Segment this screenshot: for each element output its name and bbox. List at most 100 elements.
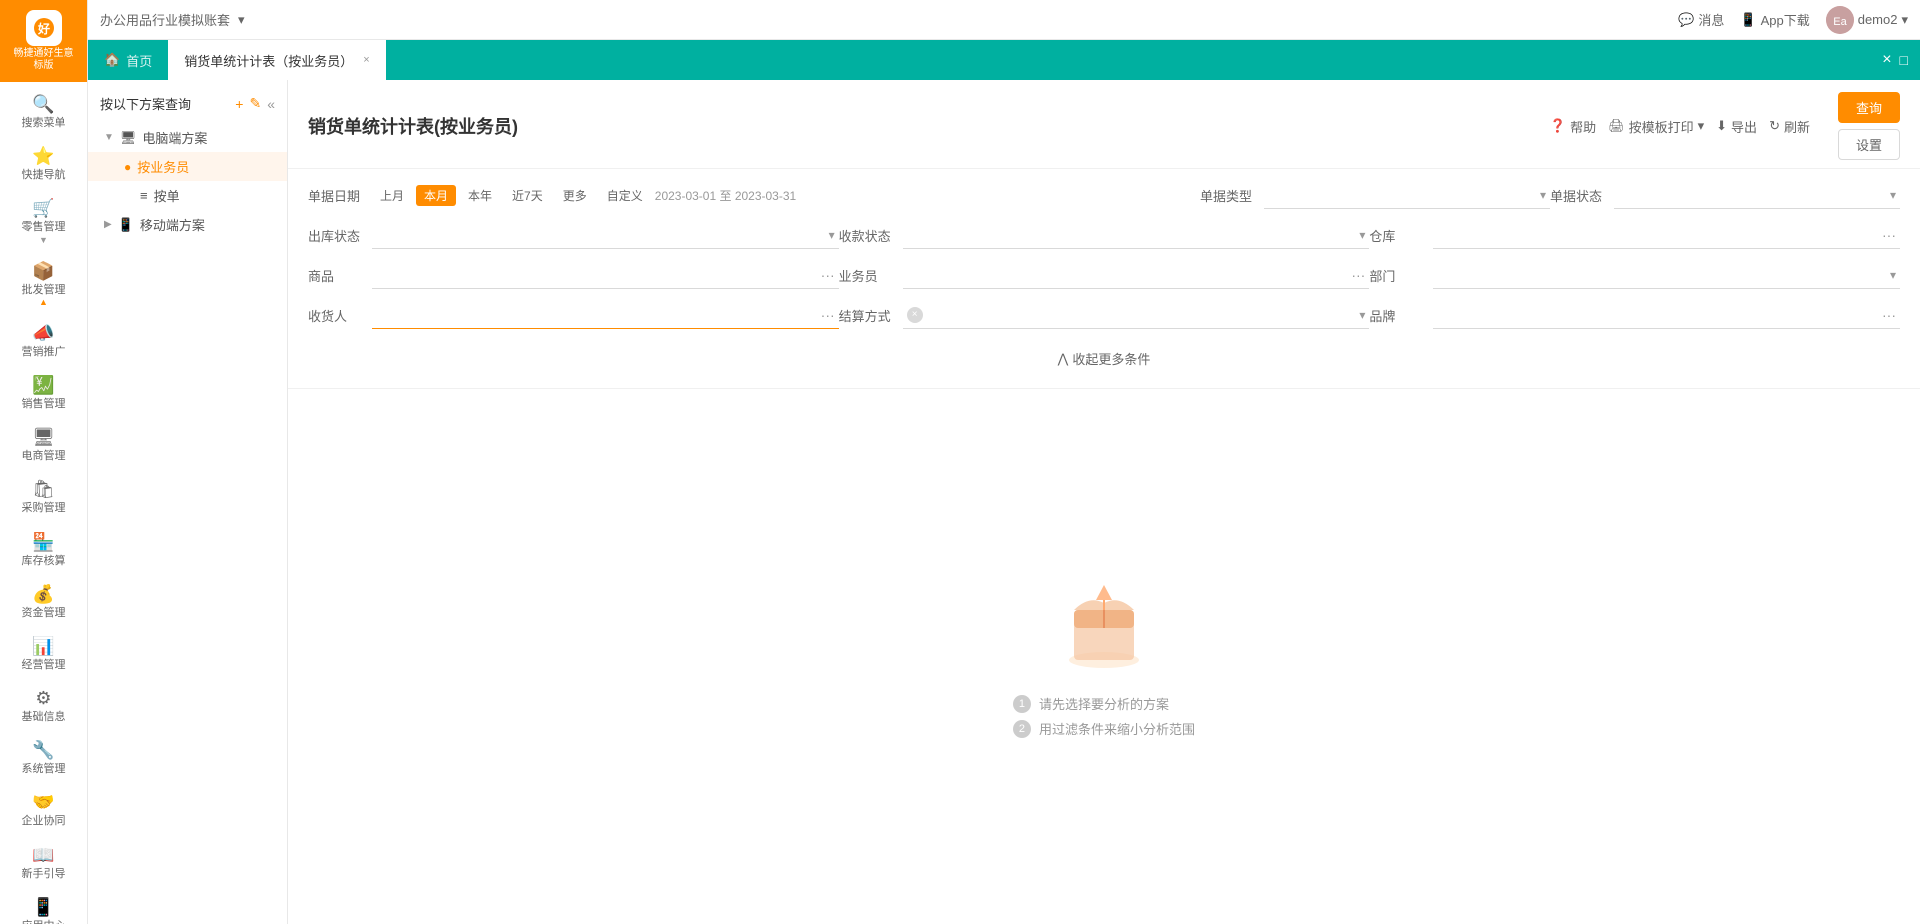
doc-status-control[interactable]: ▾ [1614,181,1900,209]
refresh-button[interactable]: ↻ 刷新 [1769,117,1810,136]
out-status-chevron: ▾ [829,228,835,242]
topbar-right: 💬 消息 📱 App下载 Ea demo2 ▾ [1678,6,1908,34]
date-btn-custom[interactable]: 自定义 [599,185,651,206]
tab-minimize-icon[interactable]: × [1882,51,1891,69]
empty-state: 1 请先选择要分析的方案 2 用过滤条件来缩小分析范围 [288,389,1920,924]
sidebar-label-marketing: 营销推广 [22,346,66,359]
tree-arrow-computer: ▼ [104,132,114,143]
settle-clear-icon[interactable]: × [907,307,923,323]
tree-subitem-by-order[interactable]: ≡ 按单 [88,181,287,210]
marketing-icon: 📣 [32,323,54,344]
sidebar-item-finance[interactable]: 💰 资金管理 [0,576,87,628]
add-scheme-icon[interactable]: + [235,96,243,112]
sidebar-item-wholesale[interactable]: 📦 批发管理 ▲ [0,253,87,315]
app-download-button[interactable]: 📱 App下载 [1740,10,1809,29]
date-btn-last-month[interactable]: 上月 [372,185,412,206]
date-btn-more[interactable]: 更多 [555,185,595,206]
salesperson-label: 业务员 [839,266,895,285]
date-range-text: 2023-03-01 至 2023-03-31 [655,187,796,204]
settings-button[interactable]: 设置 [1838,129,1900,160]
tree-item-mobile[interactable]: ▶ 📱 移动端方案 [88,210,287,239]
system-icon: 🔧 [32,740,54,761]
department-control[interactable]: ▾ [1433,261,1900,289]
app-download-label: App下载 [1761,10,1810,29]
ecommerce-icon: 🖥 [32,427,55,448]
sidebar-item-ecommerce[interactable]: 🖥 电商管理 [0,419,87,471]
sidebar-item-appstore[interactable]: 📱 应用中心 [0,889,87,924]
salesperson-dots[interactable]: ··· [1351,267,1365,283]
brand-label: 品牌 [1369,306,1425,325]
collapse-panel-icon[interactable]: « [267,96,275,112]
purchase-icon: 🛍 [32,479,55,500]
sidebar-item-operation[interactable]: 📊 经营管理 [0,628,87,680]
sidebar-nav: 🔍 搜索菜单 ⭐ 快捷导航 🛒 零售管理 ▼ 📦 批发管理 ▲ 📣 营销推广 💹… [0,82,87,924]
print-button[interactable]: 🖨 按模板打印 ▾ [1608,117,1704,136]
sidebar-item-company[interactable]: 🤝 企业协同 [0,784,87,836]
warehouse-control[interactable]: ··· [1433,221,1900,249]
warehouse-dots[interactable]: ··· [1882,227,1896,243]
date-btn-this-year[interactable]: 本年 [460,185,500,206]
date-btn-7days[interactable]: 近7天 [504,185,551,206]
user-menu[interactable]: Ea demo2 ▾ [1826,6,1908,34]
sidebar-label-basic: 基础信息 [22,711,66,724]
empty-tip-1: 1 请先选择要分析的方案 [1013,694,1195,713]
out-status-control[interactable]: ▾ [372,221,839,249]
scheme-tree: ▼ 🖥 电脑端方案 ● 按业务员 ≡ 按单 ▶ 📱 移 [88,119,287,243]
edit-scheme-icon[interactable]: ✎ [249,95,261,112]
sidebar-item-guide[interactable]: 📖 新手引导 [0,837,87,889]
tab-active[interactable]: 销货单统计计表（按业务员） × [168,40,385,80]
tab-actions: × □ [1870,51,1920,69]
sidebar-item-inventory[interactable]: 🏪 库存核算 [0,524,87,576]
receipt-status-label: 收款状态 [839,226,895,245]
tree-label-computer: 电脑端方案 [142,128,207,147]
sidebar-label-appstore: 应用中心 [22,920,66,924]
filter-product: 商品 ··· [308,261,839,289]
sidebar-item-basic[interactable]: ⚙ 基础信息 [0,680,87,732]
sidebar-item-system[interactable]: 🔧 系统管理 [0,732,87,784]
tab-close-icon[interactable]: × [363,54,369,66]
receiver-control[interactable]: ··· [372,301,839,329]
query-button[interactable]: 查询 [1838,92,1900,123]
sidebar-label-finance: 资金管理 [22,607,66,620]
tree-subitem-by-salesperson[interactable]: ● 按业务员 [88,152,287,181]
sidebar-item-search[interactable]: 🔍 搜索菜单 [0,86,87,138]
brand-dots[interactable]: ··· [1882,307,1896,323]
receipt-status-control[interactable]: ▾ [903,221,1370,249]
date-btn-this-month[interactable]: 本月 [416,185,456,206]
brand-control[interactable]: ··· [1433,301,1900,329]
export-button[interactable]: ⬇ 导出 [1716,117,1757,136]
tab-home[interactable]: 🏠 首页 [88,40,168,80]
collapse-button[interactable]: ⋀ 收起更多条件 [1058,349,1151,368]
sidebar-item-retail[interactable]: 🛒 零售管理 ▼ [0,190,87,252]
tree-sublabel-salesperson: 按业务员 [137,157,189,176]
receiver-dots[interactable]: ··· [821,307,835,323]
settle-method-control[interactable]: × ▾ [903,301,1370,329]
department-chevron: ▾ [1890,268,1896,282]
search-icon: 🔍 [32,94,54,115]
left-panel: 按以下方案查询 + ✎ « ▼ 🖥 电脑端方案 ● 按业务员 [88,80,288,924]
tree-item-computer[interactable]: ▼ 🖥 电脑端方案 [88,123,287,152]
svg-text:好: 好 [36,21,49,36]
topbar-dropdown[interactable]: ▾ [238,12,245,28]
product-dots[interactable]: ··· [821,267,835,283]
tree-sublabel-order: 按单 [154,186,180,205]
sidebar-label-purchase: 采购管理 [22,502,66,515]
help-label: 帮助 [1570,117,1596,136]
doc-type-control[interactable]: ▾ [1264,181,1550,209]
sidebar-label-operation: 经营管理 [22,659,66,672]
salesperson-control[interactable]: ··· [903,261,1370,289]
tab-maximize-icon[interactable]: □ [1900,52,1908,68]
print-icon: 🖨 [1608,118,1625,134]
product-control[interactable]: ··· [372,261,839,289]
sidebar-item-shortcut[interactable]: ⭐ 快捷导航 [0,138,87,190]
export-icon: ⬇ [1716,118,1727,134]
tab-home-label: 首页 [126,51,152,70]
action-buttons: 查询 设置 [1822,92,1900,160]
help-button[interactable]: ❓ 帮助 [1550,117,1596,136]
sidebar-item-marketing[interactable]: 📣 营销推广 [0,315,87,367]
sidebar-item-purchase[interactable]: 🛍 采购管理 [0,471,87,523]
sidebar-item-sales[interactable]: 💹 销售管理 [0,367,87,419]
order-scheme-icon: ≡ [140,188,148,203]
messages-button[interactable]: 💬 消息 [1678,10,1724,29]
inventory-icon: 🏪 [32,532,54,553]
